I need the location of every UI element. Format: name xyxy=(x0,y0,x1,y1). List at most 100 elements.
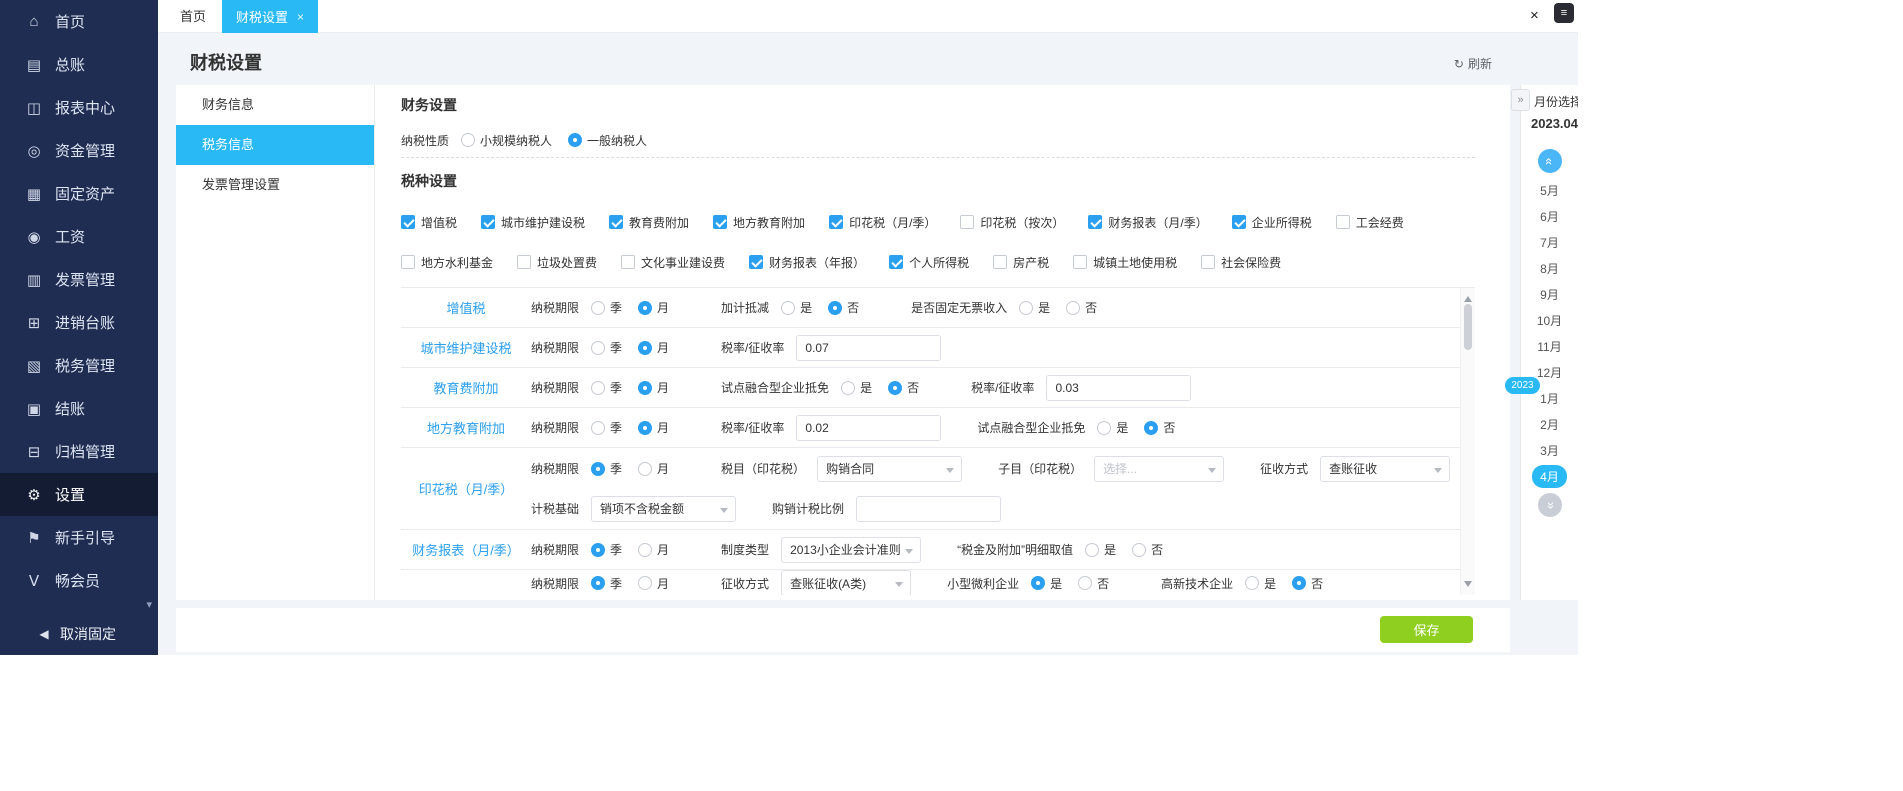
tax-type-checkbox[interactable]: 垃圾处置费 xyxy=(517,254,597,271)
rate-input[interactable]: 0.02 xyxy=(796,414,942,441)
collection-method-select[interactable]: 查账征收(A类) xyxy=(781,570,912,595)
radio-option[interactable]: 月 xyxy=(638,541,669,558)
tax-basis-select[interactable]: 销项不含税金额 xyxy=(591,495,737,522)
tax-type-checkbox[interactable]: 印花税（按次） xyxy=(960,214,1064,231)
radio-option[interactable]: 否 xyxy=(1132,541,1163,558)
sidebar-item-guide[interactable]: ⚑ 新手引导 xyxy=(0,516,158,559)
tax-type-checkbox[interactable]: 城市维护建设税 xyxy=(481,214,585,231)
radio-option[interactable]: 是 xyxy=(1031,575,1062,592)
tax-type-checkbox[interactable]: 房产税 xyxy=(993,254,1049,271)
radio-option[interactable]: 否 xyxy=(888,379,919,396)
tax-type-checkbox[interactable]: 印花税（月/季） xyxy=(829,214,936,231)
rate-input[interactable]: 0.03 xyxy=(1046,374,1192,401)
submenu-finance-info[interactable]: 财务信息 xyxy=(176,85,374,125)
radio-option[interactable]: 月 xyxy=(638,339,669,356)
sidebar-item-report-center[interactable]: ◫ 报表中心 xyxy=(0,86,158,129)
tax-type-checkbox[interactable]: 个人所得税 xyxy=(889,254,969,271)
assistant-widget-icon[interactable]: ≡ xyxy=(1554,3,1574,23)
radio-option-general-taxpayer[interactable]: 一般纳税人 xyxy=(568,132,647,149)
sidebar-item-funds[interactable]: ◎ 资金管理 xyxy=(0,129,158,172)
radio-option[interactable]: 是 xyxy=(1245,575,1276,592)
refresh-button[interactable]: ↻ 刷新 xyxy=(1454,55,1492,72)
month-item[interactable]: 7月 xyxy=(1521,229,1578,255)
radio-option[interactable]: 是 xyxy=(781,299,812,316)
radio-option[interactable]: 月 xyxy=(638,419,669,436)
sidebar-item-home[interactable]: ⌂ 首页 xyxy=(0,0,158,43)
radio-option[interactable]: 季 xyxy=(591,379,622,396)
sidebar-item-archive[interactable]: ⊟ 归档管理 xyxy=(0,430,158,473)
panel-collapse-icon[interactable]: » xyxy=(1511,89,1530,111)
radio-option[interactable]: 是 xyxy=(1085,541,1116,558)
system-type-select[interactable]: 2013小企业会计准则 xyxy=(781,536,922,563)
tax-type-checkbox[interactable]: 地方水利基金 xyxy=(401,254,493,271)
radio-option[interactable]: 季 xyxy=(591,541,622,558)
close-icon[interactable]: × xyxy=(1530,7,1539,25)
sidebar-item-inventory-ledger[interactable]: ⊞ 进销台账 xyxy=(0,301,158,344)
save-button[interactable]: 保存 xyxy=(1380,616,1473,643)
month-item[interactable]: 6月 xyxy=(1521,203,1578,229)
month-item[interactable]: 11月 xyxy=(1521,333,1578,359)
tax-type-checkbox[interactable]: 工会经费 xyxy=(1335,214,1404,231)
rate-input[interactable]: 0.07 xyxy=(796,334,942,361)
sub-item-select[interactable]: 选择... xyxy=(1094,455,1225,482)
radio-option[interactable]: 否 xyxy=(828,299,859,316)
tax-type-checkbox[interactable]: 增值税 xyxy=(401,214,457,231)
month-item[interactable]: 5月 xyxy=(1521,177,1578,203)
sidebar-item-settings[interactable]: ⚙ 设置 xyxy=(0,473,158,516)
sidebar-item-invoice[interactable]: ▥ 发票管理 xyxy=(0,258,158,301)
month-scroll-up-button[interactable]: « xyxy=(1538,149,1562,173)
tax-type-checkbox[interactable]: 社会保险费 xyxy=(1201,254,1281,271)
sidebar-item-closing[interactable]: ▣ 结账 xyxy=(0,387,158,430)
sidebar-item-member[interactable]: Ⅴ 畅会员 xyxy=(0,559,158,602)
submenu-tax-info[interactable]: 税务信息 xyxy=(176,125,374,165)
collection-method-select[interactable]: 查账征收 xyxy=(1320,455,1451,482)
radio-option[interactable]: 否 xyxy=(1292,575,1323,592)
radio-option[interactable]: 否 xyxy=(1144,419,1175,436)
radio-option[interactable]: 季 xyxy=(591,419,622,436)
month-item[interactable]: 4月 xyxy=(1521,463,1578,489)
scrollbar-thumb[interactable] xyxy=(1464,304,1472,350)
month-item[interactable]: 10月 xyxy=(1521,307,1578,333)
radio-option[interactable]: 月 xyxy=(638,575,669,592)
tab-tax-settings[interactable]: 财税设置 × xyxy=(222,0,319,33)
tax-type-checkbox[interactable]: 文化事业建设费 xyxy=(621,254,725,271)
month-scroll-down-button[interactable]: « xyxy=(1538,493,1562,517)
tax-type-checkbox[interactable]: 企业所得税 xyxy=(1231,214,1312,231)
radio-option[interactable]: 季 xyxy=(591,299,622,316)
tax-item-select[interactable]: 购销合同 xyxy=(817,455,963,482)
tax-type-checkbox[interactable]: 城镇土地使用税 xyxy=(1073,254,1177,271)
month-item[interactable]: 3月 xyxy=(1521,437,1578,463)
table-scrollbar[interactable] xyxy=(1460,288,1475,595)
sidebar-item-fixed-assets[interactable]: ▦ 固定资产 xyxy=(0,172,158,215)
tax-type-checkbox[interactable]: 财务报表（年报） xyxy=(749,254,865,271)
radio-option[interactable]: 是 xyxy=(1097,419,1128,436)
radio-option[interactable]: 季 xyxy=(591,575,622,592)
sidebar-item-general-ledger[interactable]: ▤ 总账 xyxy=(0,43,158,86)
tax-type-checkbox[interactable]: 教育费附加 xyxy=(609,214,689,231)
tax-type-checkbox[interactable]: 地方教育附加 xyxy=(713,214,805,231)
radio-option[interactable]: 月 xyxy=(638,379,669,396)
sidebar-item-salary[interactable]: ◉ 工资 xyxy=(0,215,158,258)
radio-option[interactable]: 月 xyxy=(638,299,669,316)
radio-option[interactable]: 季 xyxy=(591,339,622,356)
radio-option[interactable]: 是 xyxy=(841,379,872,396)
tax-type-checkbox[interactable]: 财务报表（月/季） xyxy=(1088,214,1208,231)
scroll-down-icon[interactable] xyxy=(1464,581,1472,591)
unpin-button[interactable]: ◀ 取消固定 xyxy=(0,620,158,648)
month-item[interactable]: 2月 xyxy=(1521,411,1578,437)
radio-option[interactable]: 否 xyxy=(1066,299,1097,316)
radio-option[interactable]: 月 xyxy=(638,460,669,477)
ratio-input[interactable] xyxy=(856,495,1002,522)
radio-option[interactable]: 否 xyxy=(1078,575,1109,592)
radio-option[interactable]: 季 xyxy=(591,460,622,477)
sidebar-item-tax[interactable]: ▧ 税务管理 xyxy=(0,344,158,387)
month-item[interactable]: 9月 xyxy=(1521,281,1578,307)
tab-close-icon[interactable]: × xyxy=(297,10,304,24)
tab-home[interactable]: 首页 xyxy=(168,0,218,33)
radio-option[interactable]: 是 xyxy=(1019,299,1050,316)
scroll-up-icon[interactable] xyxy=(1464,292,1472,302)
sidebar-scroll-down-icon[interactable]: ▾ xyxy=(146,598,152,611)
month-item[interactable]: 8月 xyxy=(1521,255,1578,281)
submenu-invoice-settings[interactable]: 发票管理设置 xyxy=(176,165,374,205)
radio-option-small-scale[interactable]: 小规模纳税人 xyxy=(461,132,552,149)
